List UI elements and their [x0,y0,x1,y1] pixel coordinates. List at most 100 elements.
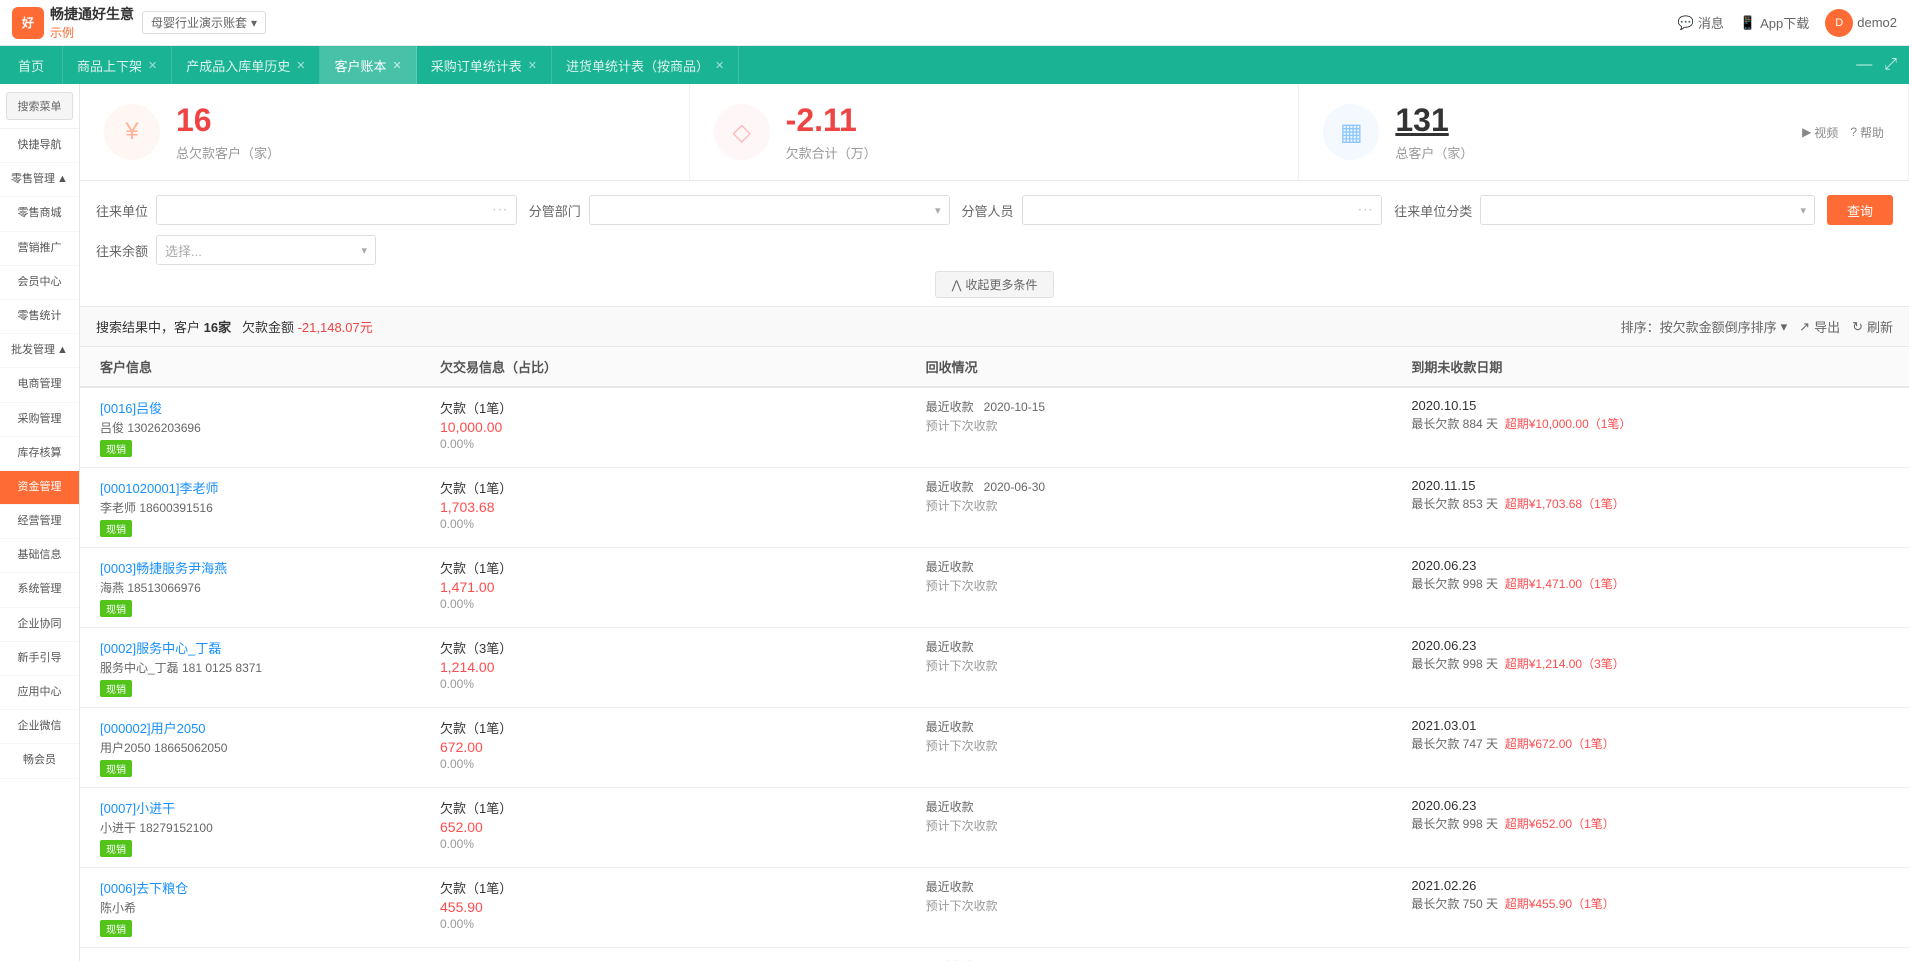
sidebar-item-sys-mgmt[interactable]: 系统管理 [0,573,79,607]
debt-amount-6[interactable]: 455.90 [440,899,918,915]
view-video-btn[interactable]: ▶视频 [1802,124,1838,141]
customer-name-4[interactable]: [000002]用户2050 [100,718,432,737]
overdue-link-4[interactable]: 超期¥672.00（1笔） [1505,737,1615,751]
debt-pct-5: 0.00% [440,837,918,851]
sidebar-item-vip-member[interactable]: 畅会员 [0,744,79,778]
help-btn[interactable]: ?帮助 [1850,124,1884,141]
sidebar-item-ecommerce[interactable]: 电商管理 [0,368,79,402]
sidebar-item-quick-nav[interactable]: 快捷导航 [0,129,79,163]
dept-select-wrap[interactable]: ▾ [589,195,950,225]
debt-amount-5[interactable]: 652.00 [440,819,918,835]
overdue-link-2[interactable]: 超期¥1,471.00（1笔） [1505,577,1625,591]
sidebar-item-inventory[interactable]: 库存核算 [0,437,79,471]
sidebar-item-marketing[interactable]: 营销推广 [0,232,79,266]
sidebar-item-retail-mall[interactable]: 零售商城 [0,197,79,231]
debt-count-2: 欠款（1笔） [440,558,918,577]
overdue-link-1[interactable]: 超期¥1,703.68（1笔） [1505,497,1625,511]
company-dropdown[interactable]: 母婴行业演示账套 ▾ [142,11,266,34]
expire-cell-3: 2020.06.23 最长欠款 998 天 超期¥1,214.00（3笔） [1407,638,1893,672]
sort-dropdown[interactable]: 排序：按欠款金额倒序排序 ▾ [1621,317,1788,336]
customer-name-6[interactable]: [0006]去下粮仓 [100,878,432,897]
debt-amount-4[interactable]: 672.00 [440,739,918,755]
new-guide-label: 新手引导 [4,652,75,665]
ecommerce-label: 电商管理 [4,378,75,391]
balance-select-wrap[interactable]: 选择... ▾ [156,235,376,265]
user-name: demo2 [1857,15,1897,30]
tab-maximize-btn[interactable]: ⤢ [1880,54,1901,76]
tab-purchase-order-close[interactable]: ✕ [528,59,537,72]
tab-home[interactable]: 首页 [0,46,63,84]
stat-value-customers: 16 [176,102,280,139]
balance-label: 往来余额 [96,241,148,260]
customer-name-0[interactable]: [0016]吕俊 [100,398,432,417]
unit-class-input[interactable] [1489,203,1800,218]
user-menu[interactable]: D demo2 [1825,9,1897,37]
tab-product-shelf-close[interactable]: ✕ [148,59,157,72]
customer-name-2[interactable]: [0003]畅捷服务尹海燕 [100,558,432,577]
sort-label: 排序：按欠款金额倒序排序 [1621,317,1777,336]
overdue-link-3[interactable]: 超期¥1,214.00（3笔） [1505,657,1625,671]
sidebar-item-retail-mgmt[interactable]: 零售管理 ▲ [0,163,79,197]
message-btn[interactable]: 💬 消息 [1678,13,1724,32]
help-label: 帮助 [1860,124,1884,141]
sidebar-item-ops[interactable]: 经营管理 [0,505,79,539]
sidebar-search-btn[interactable]: 搜索菜单 [6,92,73,120]
customer-tag-2: 现销 [100,600,132,617]
retail-mgmt-caret: ▲ [57,173,68,186]
customer-name-5[interactable]: [0007]小进干 [100,798,432,817]
sidebar-item-member[interactable]: 会员中心 [0,266,79,300]
next-collect-1: 预计下次收款 [926,497,1404,514]
tab-product-shelf[interactable]: 商品上下架 ✕ [63,46,172,84]
tab-minimize-btn[interactable]: — [1852,54,1876,76]
debt-amount-3[interactable]: 1,214.00 [440,659,918,675]
sidebar-item-new-guide[interactable]: 新手引导 [0,642,79,676]
overdue-days-1: 最长欠款 853 天 超期¥1,703.68（1笔） [1411,495,1889,512]
dept-input[interactable] [598,203,935,218]
tab-goods-stat-close[interactable]: ✕ [715,59,724,72]
col-collect: 回收情况 [922,357,1408,376]
query-button[interactable]: 查询 [1827,195,1893,225]
overdue-link-5[interactable]: 超期¥652.00（1笔） [1505,817,1615,831]
vip-member-label: 畅会员 [4,754,75,767]
tab-purchase-order[interactable]: 采购订单统计表 ✕ [417,46,552,84]
overdue-days-2: 最长欠款 998 天 超期¥1,471.00（1笔） [1411,575,1889,592]
sidebar-item-purchase[interactable]: 采购管理 [0,403,79,437]
export-btn[interactable]: ↗ 导出 [1799,317,1840,336]
collapse-btn[interactable]: ⋀ 收起更多条件 [935,271,1055,298]
debt-info-cell-1: 欠款（1笔） 1,703.68 0.00% [436,478,922,531]
customer-name-3[interactable]: [0002]服务中心_丁磊 [100,638,432,657]
sidebar-item-finance[interactable]: 资金管理 [0,471,79,505]
tab-customer-account[interactable]: 客户账本 ✕ [320,46,416,84]
overdue-link-6[interactable]: 超期¥455.90（1笔） [1505,897,1615,911]
expire-date-5: 2020.06.23 [1411,798,1889,813]
tab-product-history[interactable]: 产成品入库单历史 ✕ [172,46,320,84]
refresh-btn[interactable]: ↻ 刷新 [1852,317,1893,336]
tab-customer-account-close[interactable]: ✕ [393,59,402,72]
source-unit-input[interactable] [165,203,492,218]
sidebar-item-app-center[interactable]: 应用中心 [0,676,79,710]
filter-area: 往来单位 ··· 分管部门 ▾ 分管人员 [80,181,1909,307]
customer-phone-5: 小进干 18279152100 [100,819,432,836]
debt-amount-1[interactable]: 1,703.68 [440,499,918,515]
retail-mgmt-label: 零售管理 ▲ [4,173,75,186]
manager-input-wrap[interactable]: ··· [1022,195,1383,225]
sidebar-item-enterprise[interactable]: 企业协同 [0,608,79,642]
unit-class-select-wrap[interactable]: ▾ [1480,195,1815,225]
sidebar-item-batch-mgmt[interactable]: 批发管理 ▲ [0,334,79,368]
tab-product-history-close[interactable]: ✕ [296,59,305,72]
overdue-link-0[interactable]: 超期¥10,000.00（1笔） [1505,417,1632,431]
sidebar-item-enterprise-wechat[interactable]: 企业微信 [0,710,79,744]
sidebar-item-retail-stats[interactable]: 零售统计 [0,300,79,334]
next-collect-6: 预计下次收款 [926,897,1404,914]
collect-cell-6: 最近收款 预计下次收款 [922,878,1408,914]
debt-amount-2[interactable]: 1,471.00 [440,579,918,595]
debt-amount-0[interactable]: 10,000.00 [440,419,918,435]
sidebar-item-basic-info[interactable]: 基础信息 [0,539,79,573]
app-name: 畅捷通好生意 [50,4,134,24]
manager-input[interactable] [1031,203,1358,218]
source-unit-input-wrap[interactable]: ··· [156,195,517,225]
overdue-days-6: 最长欠款 750 天 超期¥455.90（1笔） [1411,895,1889,912]
customer-name-1[interactable]: [0001020001]李老师 [100,478,432,497]
tab-goods-stat[interactable]: 进货单统计表（按商品） ✕ [552,46,739,84]
app-download-btn[interactable]: 📱 App下载 [1740,13,1809,32]
